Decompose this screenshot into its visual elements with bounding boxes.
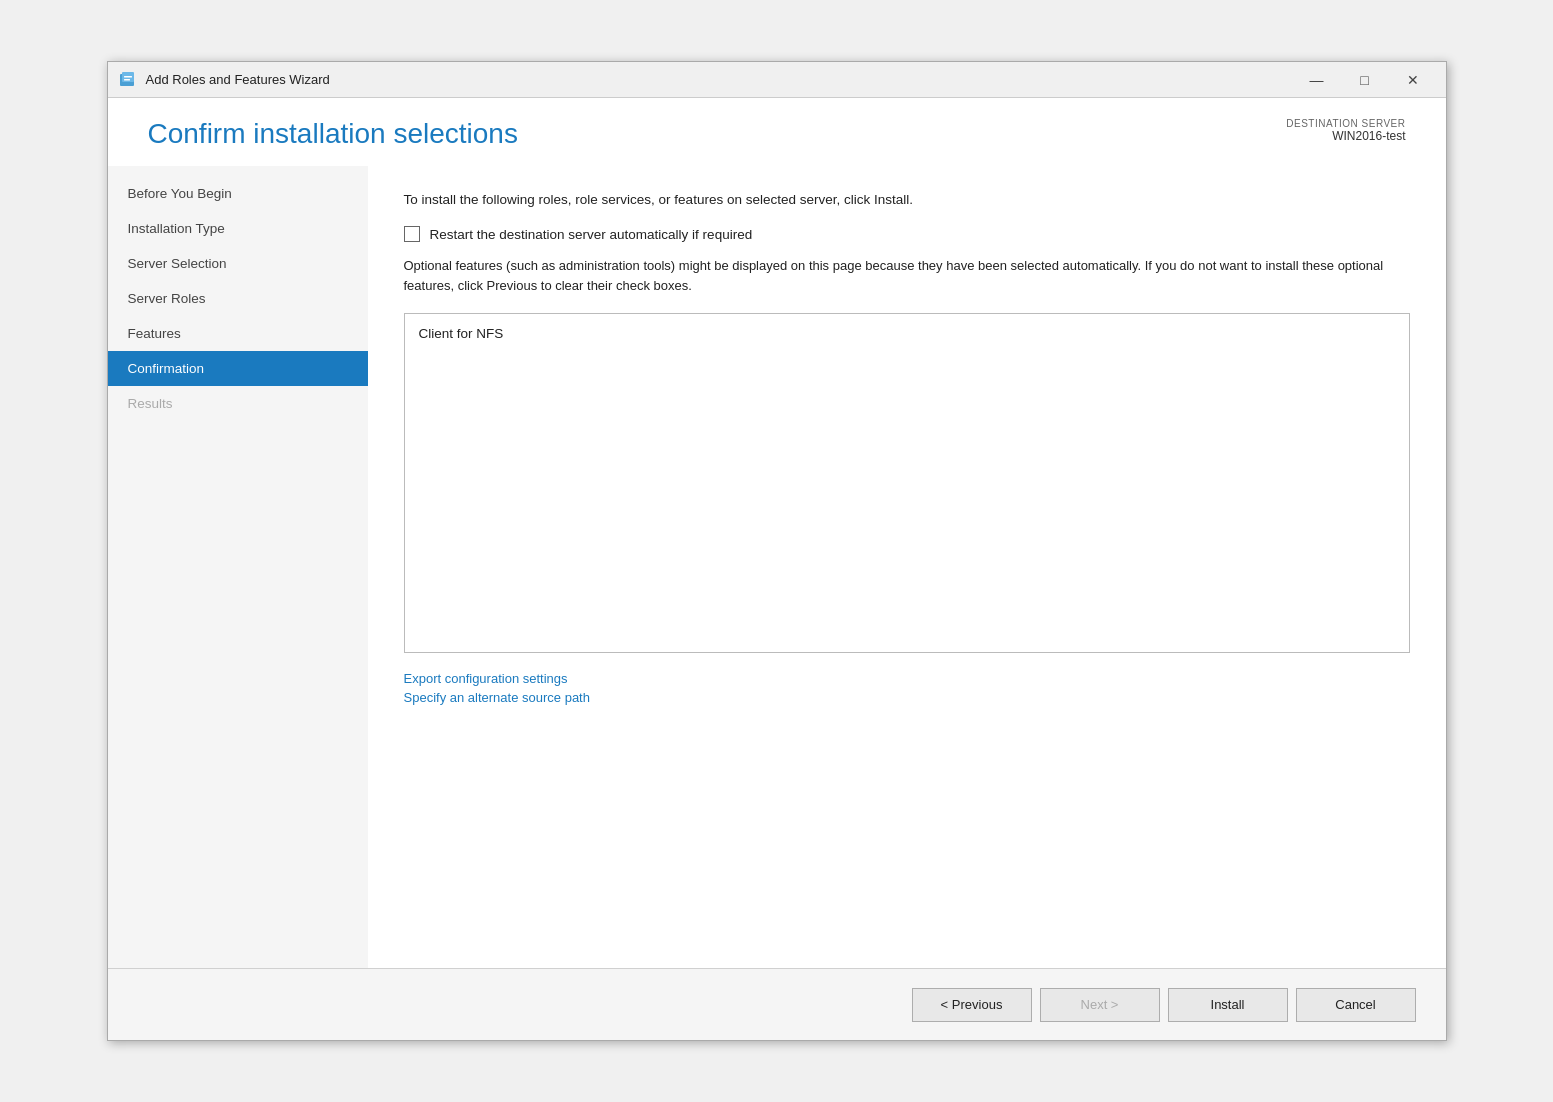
install-button[interactable]: Install	[1168, 988, 1288, 1022]
sidebar-item-confirmation[interactable]: Confirmation	[108, 351, 368, 386]
minimize-button[interactable]: —	[1294, 65, 1340, 95]
cancel-button[interactable]: Cancel	[1296, 988, 1416, 1022]
page-title: Confirm installation selections	[148, 118, 518, 150]
sidebar-item-before-you-begin[interactable]: Before You Begin	[108, 176, 368, 211]
destination-name: WIN2016-test	[1286, 129, 1405, 143]
sidebar-item-features[interactable]: Features	[108, 316, 368, 351]
titlebar-title: Add Roles and Features Wizard	[146, 72, 1294, 87]
export-config-link[interactable]: Export configuration settings	[404, 671, 1410, 686]
sidebar: Before You BeginInstallation TypeServer …	[108, 166, 368, 968]
footer: < Previous Next > Install Cancel	[108, 968, 1446, 1040]
restart-checkbox-label: Restart the destination server automatic…	[430, 227, 753, 242]
destination-server: DESTINATION SERVER WIN2016-test	[1286, 118, 1405, 143]
content-area: Before You BeginInstallation TypeServer …	[108, 166, 1446, 968]
sidebar-item-server-selection[interactable]: Server Selection	[108, 246, 368, 281]
sidebar-item-server-roles[interactable]: Server Roles	[108, 281, 368, 316]
wizard-window: Add Roles and Features Wizard — □ ✕ Conf…	[107, 61, 1447, 1041]
features-box: Client for NFS	[404, 313, 1410, 653]
alternate-source-link[interactable]: Specify an alternate source path	[404, 690, 1410, 705]
sidebar-item-results: Results	[108, 386, 368, 421]
next-button[interactable]: Next >	[1040, 988, 1160, 1022]
sidebar-item-installation-type[interactable]: Installation Type	[108, 211, 368, 246]
restart-checkbox-row: Restart the destination server automatic…	[404, 226, 1410, 242]
titlebar-controls: — □ ✕	[1294, 65, 1436, 95]
intro-text: To install the following roles, role ser…	[404, 190, 1410, 210]
svg-rect-2	[124, 76, 132, 78]
destination-label: DESTINATION SERVER	[1286, 118, 1405, 129]
optional-text: Optional features (such as administratio…	[404, 256, 1410, 296]
maximize-button[interactable]: □	[1342, 65, 1388, 95]
links-area: Export configuration settings Specify an…	[404, 671, 1410, 705]
previous-button[interactable]: < Previous	[912, 988, 1032, 1022]
titlebar-icon	[118, 70, 138, 90]
feature-item-nfs: Client for NFS	[419, 326, 1395, 341]
restart-checkbox[interactable]	[404, 226, 420, 242]
svg-rect-3	[124, 79, 130, 81]
close-button[interactable]: ✕	[1390, 65, 1436, 95]
header-area: Confirm installation selections DESTINAT…	[108, 98, 1446, 166]
main-content: To install the following roles, role ser…	[368, 166, 1446, 968]
titlebar: Add Roles and Features Wizard — □ ✕	[108, 62, 1446, 98]
